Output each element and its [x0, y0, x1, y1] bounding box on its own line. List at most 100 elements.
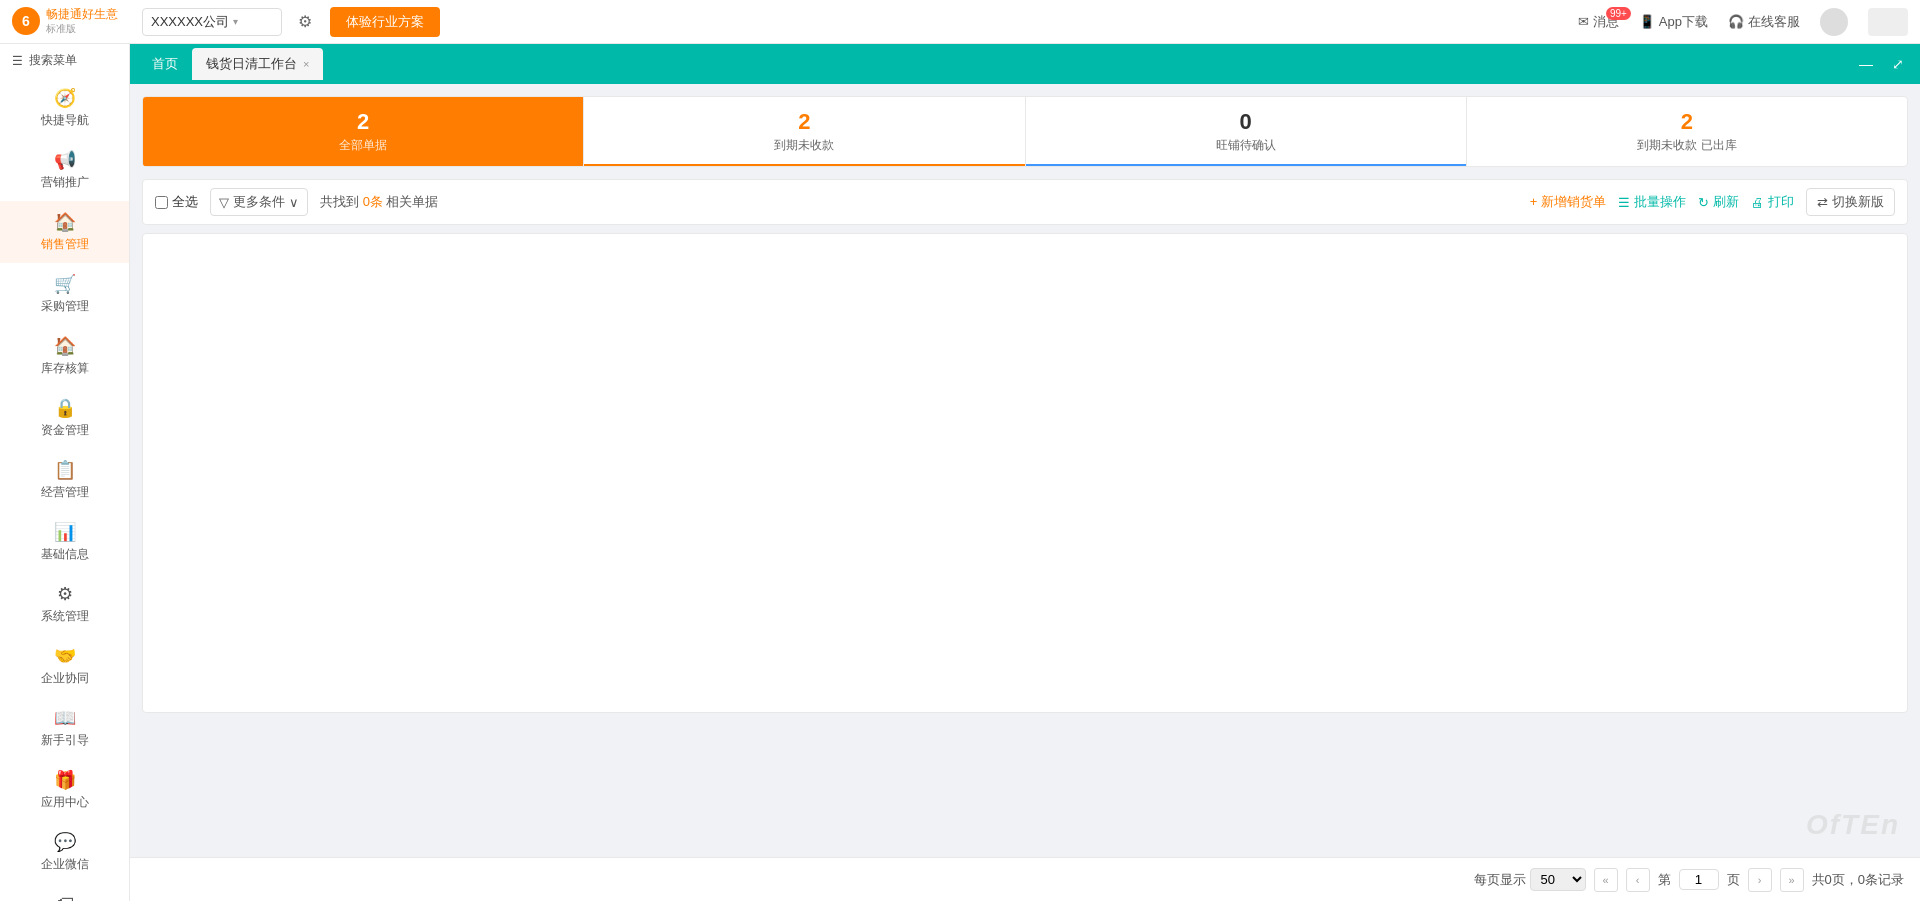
- sidebar-item-cooperation[interactable]: 🤝 企业协同: [0, 635, 129, 697]
- card-overdue-label: 到期未收款: [600, 137, 1008, 154]
- sidebar-item-wechat[interactable]: 💬 企业微信: [0, 821, 129, 883]
- refresh-icon: ↻: [1698, 195, 1709, 210]
- table-area: [142, 233, 1908, 713]
- sidebar-label-purchase: 采购管理: [41, 298, 89, 315]
- toolbar-left: 全选 ▽ 更多条件 ∨ 共找到 0条 相关单据: [155, 188, 438, 216]
- sidebar-label-wechat: 企业微信: [41, 856, 89, 873]
- app-download-button[interactable]: 📱 App下载: [1639, 13, 1708, 31]
- tab-controls: — ⤢: [1852, 50, 1912, 78]
- sidebar-label-quick-nav: 快捷导航: [41, 112, 89, 129]
- sidebar-item-quick-nav[interactable]: 🧭 快捷导航: [0, 77, 129, 139]
- switch-icon: ⇄: [1817, 195, 1828, 210]
- card-shipped-count: 2: [1483, 109, 1891, 135]
- search-menu-button[interactable]: ☰ 搜索菜单: [0, 44, 129, 77]
- card-overdue-count: 2: [600, 109, 1008, 135]
- sidebar-item-member[interactable]: 🏷 畅会员: [0, 883, 129, 901]
- prev-page-button[interactable]: ‹: [1626, 868, 1650, 892]
- tab-minimize-button[interactable]: —: [1852, 50, 1880, 78]
- card-pending-count: 0: [1042, 109, 1450, 135]
- online-service-label: 在线客服: [1748, 13, 1800, 31]
- logo-text-area: 畅捷通好生意 标准版: [46, 7, 118, 35]
- service-icon: 🎧: [1728, 14, 1744, 29]
- app-download-label: App下载: [1659, 13, 1708, 31]
- filter-chevron-icon: ∨: [289, 195, 299, 210]
- found-suffix: 相关单据: [386, 194, 438, 209]
- online-service-button[interactable]: 🎧 在线客服: [1728, 13, 1800, 31]
- sidebar: ☰ 搜索菜单 🧭 快捷导航 📢 营销推广 🏠 销售管理 🛒 采购管理 🏠 库存核…: [0, 44, 130, 901]
- tab-work-station[interactable]: 钱货日清工作台 ×: [192, 48, 323, 80]
- switch-version-button[interactable]: ⇄ 切换新版: [1806, 188, 1895, 216]
- sidebar-item-guide[interactable]: 📖 新手引导: [0, 697, 129, 759]
- logo-text: 畅捷通好生意: [46, 7, 118, 21]
- page-input[interactable]: [1679, 869, 1719, 890]
- sidebar-item-marketing[interactable]: 📢 营销推广: [0, 139, 129, 201]
- sidebar-label-cooperation: 企业协同: [41, 670, 89, 687]
- summary-cards: 2 全部单据 2 到期未收款 0 旺铺待确认 2 到期未收款 已出库: [142, 96, 1908, 167]
- user-name[interactable]: [1868, 8, 1908, 36]
- search-icon: ☰: [12, 54, 23, 68]
- found-prefix: 共找到: [320, 194, 359, 209]
- tab-close-icon[interactable]: ×: [303, 58, 309, 70]
- sidebar-label-guide: 新手引导: [41, 732, 89, 749]
- system-icon: ⚙: [57, 583, 73, 605]
- sidebar-item-apps[interactable]: 🎁 应用中心: [0, 759, 129, 821]
- sidebar-label-inventory: 库存核算: [41, 360, 89, 377]
- sidebar-label-operations: 经营管理: [41, 484, 89, 501]
- tab-maximize-button[interactable]: ⤢: [1884, 50, 1912, 78]
- page-size-select[interactable]: 50 20 100: [1530, 868, 1586, 891]
- wechat-icon: 💬: [54, 831, 76, 853]
- print-label: 打印: [1768, 193, 1794, 211]
- print-button[interactable]: 🖨 打印: [1751, 193, 1794, 211]
- summary-card-overdue[interactable]: 2 到期未收款: [584, 97, 1025, 166]
- tab-home-label: 首页: [152, 55, 178, 73]
- message-button[interactable]: ✉ 消息 99+: [1578, 13, 1619, 31]
- operations-icon: 📋: [54, 459, 76, 481]
- batch-icon: ☰: [1618, 195, 1630, 210]
- inventory-icon: 🏠: [54, 335, 76, 357]
- next-page-button[interactable]: ›: [1748, 868, 1772, 892]
- purchase-icon: 🛒: [54, 273, 76, 295]
- cooperation-icon: 🤝: [54, 645, 76, 667]
- top-header: 6 畅捷通好生意 标准版 XXXXXX公司 ▾ ⚙ 体验行业方案 ✉ 消息 99…: [0, 0, 1920, 44]
- company-selector[interactable]: XXXXXX公司 ▾: [142, 8, 282, 36]
- found-info: 共找到 0条 相关单据: [320, 193, 438, 211]
- sidebar-item-finance[interactable]: 🔒 资金管理: [0, 387, 129, 449]
- filter-label: 更多条件: [233, 193, 285, 211]
- page-label: 第: [1658, 871, 1671, 889]
- settings-button[interactable]: ⚙: [290, 7, 320, 37]
- logo-icon: 6: [12, 7, 40, 35]
- tab-home[interactable]: 首页: [138, 48, 192, 80]
- summary-card-all[interactable]: 2 全部单据: [143, 97, 584, 166]
- summary-card-shipped[interactable]: 2 到期未收款 已出库: [1467, 97, 1907, 166]
- user-avatar[interactable]: [1820, 8, 1848, 36]
- filter-button[interactable]: ▽ 更多条件 ∨: [210, 188, 308, 216]
- last-page-button[interactable]: »: [1780, 868, 1804, 892]
- sidebar-label-finance: 资金管理: [41, 422, 89, 439]
- select-all-checkbox[interactable]: 全选: [155, 193, 198, 211]
- finance-icon: 🔒: [54, 397, 76, 419]
- sidebar-item-operations[interactable]: 📋 经营管理: [0, 449, 129, 511]
- first-page-button[interactable]: «: [1594, 868, 1618, 892]
- member-icon: 🏷: [56, 893, 74, 901]
- sidebar-item-system[interactable]: ⚙ 系统管理: [0, 573, 129, 635]
- sidebar-item-inventory[interactable]: 🏠 库存核算: [0, 325, 129, 387]
- sidebar-label-sales: 销售管理: [41, 236, 89, 253]
- batch-button[interactable]: ☰ 批量操作: [1618, 193, 1686, 211]
- refresh-button[interactable]: ↻ 刷新: [1698, 193, 1739, 211]
- sidebar-item-sales[interactable]: 🏠 销售管理: [0, 201, 129, 263]
- add-sale-button[interactable]: + 新增销货单: [1530, 193, 1606, 211]
- summary-card-pending[interactable]: 0 旺铺待确认: [1026, 97, 1467, 166]
- select-all-input[interactable]: [155, 196, 168, 209]
- basic-info-icon: 📊: [54, 521, 76, 543]
- print-icon: 🖨: [1751, 195, 1764, 210]
- sidebar-item-basic-info[interactable]: 📊 基础信息: [0, 511, 129, 573]
- page-unit: 页: [1727, 871, 1740, 889]
- logo-tag: 标准版: [46, 22, 118, 36]
- chevron-down-icon: ▾: [233, 16, 238, 27]
- found-count: 0条: [363, 194, 383, 209]
- experience-button[interactable]: 体验行业方案: [330, 7, 440, 37]
- search-menu-label: 搜索菜单: [29, 52, 77, 69]
- card-all-label: 全部单据: [159, 137, 567, 154]
- sidebar-item-purchase[interactable]: 🛒 采购管理: [0, 263, 129, 325]
- tabs-bar: 首页 钱货日清工作台 × — ⤢: [130, 44, 1920, 84]
